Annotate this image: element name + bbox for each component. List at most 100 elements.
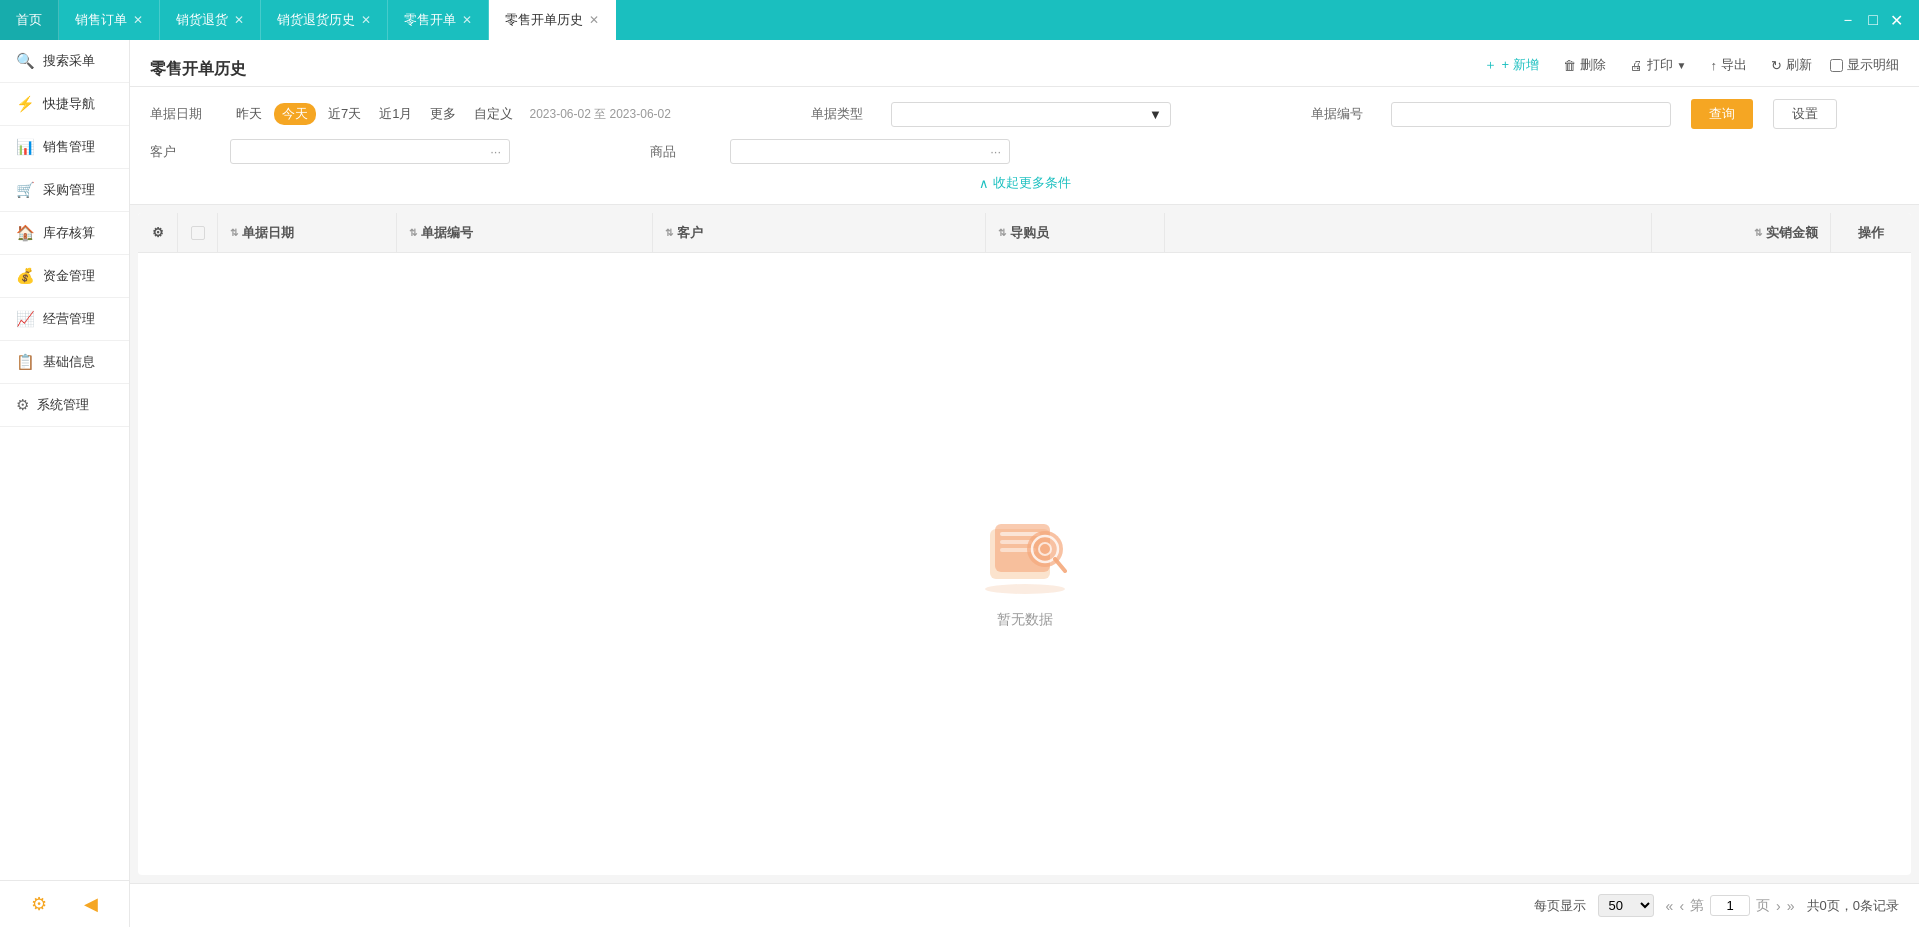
sidebar: 🔍 搜索采单 ⚡ 快捷导航 📊 销售管理 🛒 采购管理 🏠 库存核算 💰 资金管…	[0, 40, 130, 927]
print-chevron-icon: ▼	[1677, 60, 1687, 71]
customer-label: 客户	[150, 143, 210, 161]
collapse-more-btn[interactable]: ∧ 收起更多条件	[979, 174, 1071, 192]
tab-home[interactable]: 首页	[0, 0, 59, 40]
minimize-button[interactable]: －	[1840, 10, 1856, 31]
page-title: 零售开单历史	[150, 59, 246, 80]
empty-text: 暂无数据	[997, 611, 1053, 629]
sort-customer-icon[interactable]: ⇅	[665, 227, 673, 238]
sort-date-icon[interactable]: ⇅	[230, 227, 238, 238]
sidebar-collapse-button[interactable]: ◀	[84, 893, 98, 915]
close-tab-retail-open[interactable]: ✕	[462, 14, 472, 26]
inventory-icon: 🏠	[16, 224, 35, 242]
th-no[interactable]: ⇅ 单据编号	[397, 213, 653, 252]
date-btn-1month[interactable]: 近1月	[373, 103, 418, 125]
th-action: 操作	[1831, 213, 1911, 252]
sort-amount-icon[interactable]: ⇅	[1754, 227, 1762, 238]
date-filters: 昨天 今天 近7天 近1月 更多 自定义 2023-06-02 至 2023-0…	[230, 103, 671, 125]
th-guide[interactable]: ⇅ 导购员	[986, 213, 1165, 252]
window-controls: － □ ✕	[1840, 10, 1919, 31]
th-amount[interactable]: ⇅ 实销金额	[1652, 213, 1831, 252]
delete-button[interactable]: 🗑 删除	[1557, 52, 1612, 78]
date-btn-custom[interactable]: 自定义	[468, 103, 519, 125]
export-button[interactable]: ↑ 导出	[1705, 52, 1754, 78]
th-date[interactable]: ⇅ 单据日期	[218, 213, 397, 252]
last-page-button[interactable]: »	[1787, 898, 1795, 914]
query-button[interactable]: 查询	[1691, 99, 1753, 129]
show-detail-checkbox-label[interactable]: 显示明细	[1830, 56, 1899, 74]
sidebar-item-quick-nav[interactable]: ⚡ 快捷导航	[0, 83, 129, 126]
toolbar: ＋ + 新增 🗑 删除 🖨 打印 ▼ ↑ 导出 ↻	[1478, 52, 1899, 86]
print-button[interactable]: 🖨 打印 ▼	[1624, 52, 1693, 78]
date-range-display: 2023-06-02 至 2023-06-02	[529, 106, 670, 123]
sidebar-item-search[interactable]: 🔍 搜索采单	[0, 40, 129, 83]
sidebar-label-search: 搜索采单	[43, 52, 95, 70]
customer-dots: ···	[490, 144, 501, 159]
date-btn-today[interactable]: 今天	[274, 103, 316, 125]
prev-page-button[interactable]: ‹	[1679, 898, 1684, 914]
close-tab-sales-return[interactable]: ✕	[234, 14, 244, 26]
sidebar-item-finance[interactable]: 💰 资金管理	[0, 255, 129, 298]
maximize-button[interactable]: □	[1868, 11, 1878, 29]
sidebar-label-purchase-mgmt: 采购管理	[43, 181, 95, 199]
sidebar-item-purchase-mgmt[interactable]: 🛒 采购管理	[0, 169, 129, 212]
close-tab-retail-open-history[interactable]: ✕	[589, 14, 599, 26]
first-page-button[interactable]: «	[1666, 898, 1674, 914]
sidebar-label-sales-mgmt: 销售管理	[43, 138, 95, 156]
settings-button[interactable]: 设置	[1773, 99, 1837, 129]
sidebar-label-operations: 经营管理	[43, 310, 95, 328]
top-tabbar: 首页 销售订单 ✕ 销货退货 ✕ 销货退货历史 ✕ 零售开单 ✕ 零售开单历史 …	[0, 0, 1919, 40]
tab-retail-open[interactable]: 零售开单 ✕	[388, 0, 489, 40]
doc-type-label: 单据类型	[811, 105, 871, 123]
doc-no-input[interactable]	[1391, 102, 1671, 127]
tab-sales-return[interactable]: 销货退货 ✕	[160, 0, 261, 40]
th-settings[interactable]: ⚙	[138, 213, 178, 252]
date-btn-more[interactable]: 更多	[424, 103, 462, 125]
show-detail-checkbox[interactable]	[1830, 59, 1843, 72]
basic-info-icon: 📋	[16, 353, 35, 371]
table-header: ⚙ ⇅ 单据日期 ⇅ 单据编号 ⇅ 客户 ⇅	[138, 213, 1911, 253]
add-button[interactable]: ＋ + 新增	[1478, 52, 1544, 78]
svg-point-0	[985, 584, 1065, 594]
customer-input[interactable]: ···	[230, 139, 510, 164]
doc-type-chevron: ▼	[1149, 107, 1162, 122]
th-customer[interactable]: ⇅ 客户	[653, 213, 986, 252]
collapse-label: 收起更多条件	[993, 174, 1071, 192]
filter-row-1: 单据日期 昨天 今天 近7天 近1月 更多 自定义 2023-06-02 至 2…	[150, 99, 1899, 129]
column-settings-icon[interactable]: ⚙	[152, 225, 164, 240]
header-checkbox[interactable]	[191, 226, 205, 240]
search-icon: 🔍	[16, 52, 35, 70]
refresh-button[interactable]: ↻ 刷新	[1765, 52, 1818, 78]
sidebar-item-basic-info[interactable]: 📋 基础信息	[0, 341, 129, 384]
per-page-label: 每页显示	[1534, 897, 1586, 915]
sidebar-label-quick-nav: 快捷导航	[43, 95, 95, 113]
sidebar-item-operations[interactable]: 📈 经营管理	[0, 298, 129, 341]
close-tab-sales-return-history[interactable]: ✕	[361, 14, 371, 26]
date-filter-label: 单据日期	[150, 105, 210, 123]
date-btn-7days[interactable]: 近7天	[322, 103, 367, 125]
sidebar-item-system[interactable]: ⚙ 系统管理	[0, 384, 129, 427]
close-button[interactable]: ✕	[1890, 11, 1903, 30]
sort-no-icon[interactable]: ⇅	[409, 227, 417, 238]
sidebar-item-sales-mgmt[interactable]: 📊 销售管理	[0, 126, 129, 169]
print-icon: 🖨	[1630, 58, 1643, 73]
doc-no-label: 单据编号	[1311, 105, 1371, 123]
tab-sales-return-history[interactable]: 销货退货历史 ✕	[261, 0, 388, 40]
next-page-button[interactable]: ›	[1776, 898, 1781, 914]
product-label: 商品	[650, 143, 710, 161]
doc-type-select[interactable]: ▼	[891, 102, 1171, 127]
close-tab-sales-order[interactable]: ✕	[133, 14, 143, 26]
date-btn-yesterday[interactable]: 昨天	[230, 103, 268, 125]
sort-guide-icon[interactable]: ⇅	[998, 227, 1006, 238]
sidebar-item-inventory[interactable]: 🏠 库存核算	[0, 212, 129, 255]
th-spacer	[1165, 213, 1652, 252]
tab-sales-order[interactable]: 销售订单 ✕	[59, 0, 160, 40]
page-header: 零售开单历史 ＋ + 新增 🗑 删除 🖨 打印 ▼ ↑ 导出	[130, 40, 1919, 87]
tab-retail-open-history[interactable]: 零售开单历史 ✕	[489, 0, 616, 40]
per-page-select[interactable]: 10 20 50 100	[1598, 894, 1654, 917]
sidebar-settings-button[interactable]: ⚙	[31, 893, 47, 915]
th-checkbox[interactable]	[178, 213, 218, 252]
finance-icon: 💰	[16, 267, 35, 285]
page-input[interactable]: 1	[1710, 895, 1750, 916]
product-input[interactable]: ···	[730, 139, 1010, 164]
page-nav: « ‹ 第 1 页 › »	[1666, 895, 1795, 916]
